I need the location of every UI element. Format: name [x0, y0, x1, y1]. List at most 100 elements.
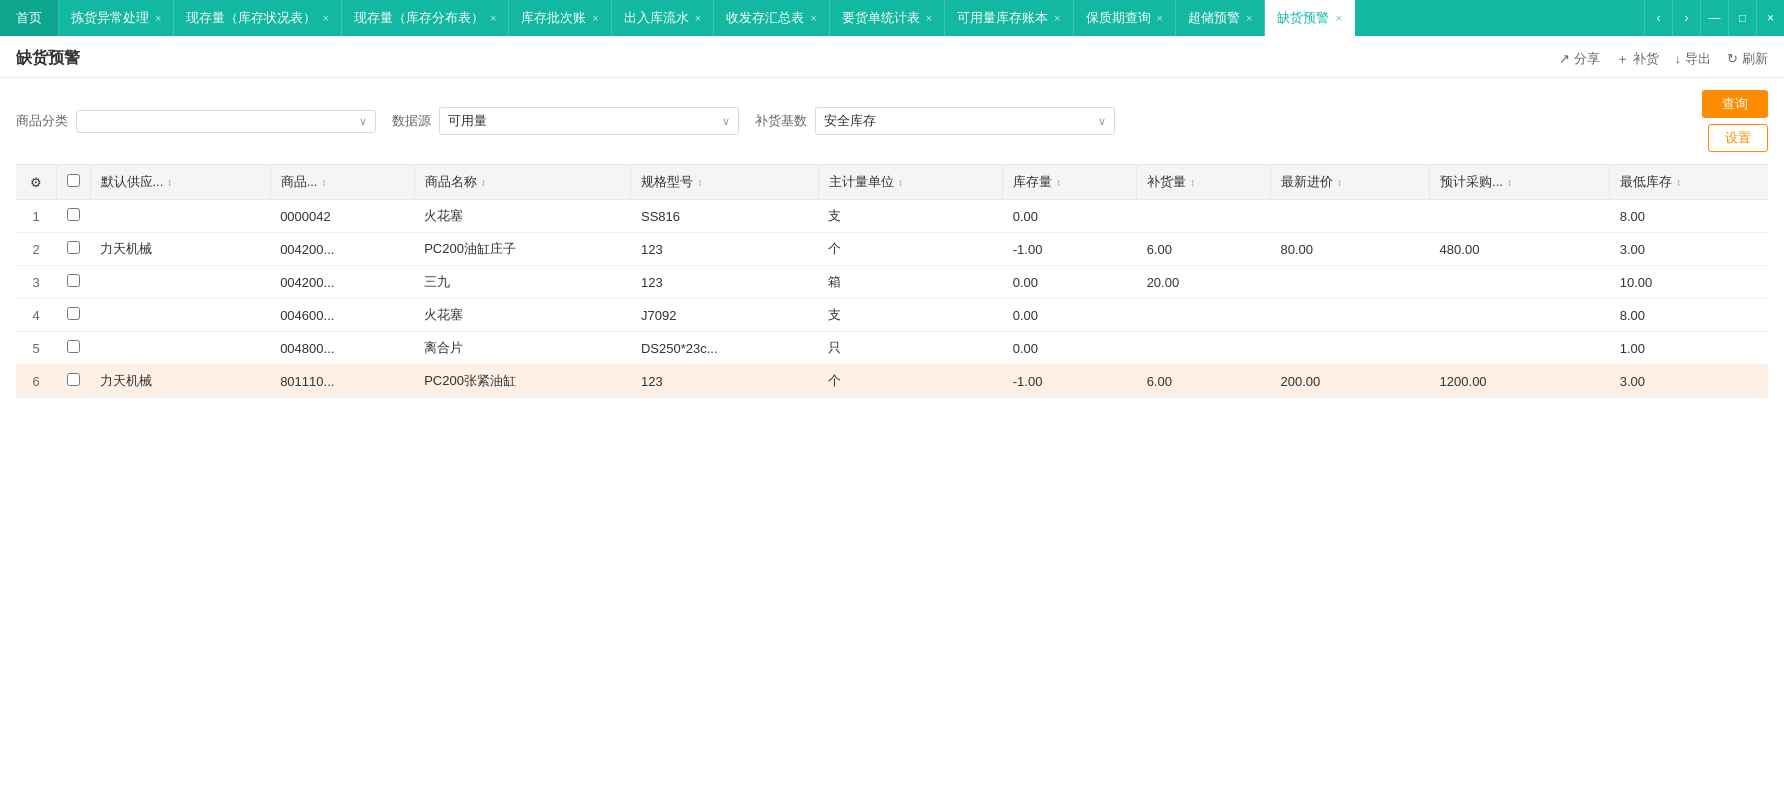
tab-inventory-dist[interactable]: 现存量（库存分布表）×: [342, 0, 509, 36]
tab-scroll-left[interactable]: ‹: [1644, 0, 1672, 36]
cell-latest_price: [1271, 200, 1430, 233]
datasource-filter-group: 数据源 可用量 ∨: [392, 107, 739, 135]
th-stock[interactable]: 库存量 ↕: [1003, 165, 1137, 200]
tab-available-ledger[interactable]: 可用量库存账本×: [945, 0, 1073, 36]
cell-stock: -1.00: [1003, 233, 1137, 266]
datasource-chevron-icon: ∨: [722, 115, 730, 128]
tab-close-demand-stats[interactable]: ×: [926, 12, 932, 24]
cell-supplier: [90, 266, 270, 299]
share-button[interactable]: ↗ 分享: [1559, 50, 1600, 68]
select-all-checkbox[interactable]: [67, 174, 80, 187]
tab-close-inventory-dist[interactable]: ×: [490, 12, 496, 24]
tab-close-batch-account[interactable]: ×: [592, 12, 598, 24]
row-number: 1: [16, 200, 56, 233]
tab-close-inventory-status[interactable]: ×: [322, 12, 328, 24]
cell-unit: 个: [818, 233, 1002, 266]
tab-overstock[interactable]: 超储预警×: [1176, 0, 1265, 36]
tab-defect-handling[interactable]: 拣货异常处理×: [59, 0, 174, 36]
cell-product_name: 三九: [414, 266, 631, 299]
row-checkbox-cell: [56, 266, 90, 299]
tab-demand-stats[interactable]: 要货单统计表×: [830, 0, 945, 36]
window-close[interactable]: ×: [1756, 0, 1784, 36]
tab-home[interactable]: 首页: [0, 0, 59, 36]
cell-stock: 0.00: [1003, 266, 1137, 299]
cell-stock: -1.00: [1003, 365, 1137, 398]
spec-sort-icon: ↕: [697, 177, 702, 188]
th-supplier[interactable]: 默认供应... ↕: [90, 165, 270, 200]
tab-close-overstock[interactable]: ×: [1246, 12, 1252, 24]
cell-stock: 0.00: [1003, 332, 1137, 365]
cell-restock: [1137, 332, 1271, 365]
refresh-button[interactable]: ↻ 刷新: [1727, 50, 1768, 68]
product-code-sort-icon: ↕: [321, 177, 326, 188]
window-minimize[interactable]: —: [1700, 0, 1728, 36]
cell-latest_price: [1271, 299, 1430, 332]
restock-base-value: 安全库存: [824, 112, 876, 130]
datasource-label: 数据源: [392, 112, 431, 130]
share-icon: ↗: [1559, 51, 1570, 66]
restock-base-select[interactable]: 安全库存 ∨: [815, 107, 1115, 135]
tab-close-receive-summary[interactable]: ×: [810, 12, 816, 24]
tab-bar: 首页拣货异常处理×现存量（库存状况表）×现存量（库存分布表）×库存批次账×出入库…: [0, 0, 1784, 36]
cell-product_code: 801110...: [270, 365, 414, 398]
tab-receive-summary[interactable]: 收发存汇总表×: [714, 0, 829, 36]
datasource-select[interactable]: 可用量 ∨: [439, 107, 739, 135]
row-checkbox[interactable]: [67, 307, 80, 320]
cell-spec: SS816: [631, 200, 818, 233]
tab-close-shortage[interactable]: ×: [1335, 12, 1341, 24]
cell-min_stock: 3.00: [1610, 365, 1768, 398]
tab-close-expiry-query[interactable]: ×: [1157, 12, 1163, 24]
row-checkbox[interactable]: [67, 373, 80, 386]
page-title: 缺货预警: [16, 48, 80, 69]
tab-batch-account[interactable]: 库存批次账×: [509, 0, 611, 36]
row-number: 2: [16, 233, 56, 266]
cell-est_purchase: 1200.00: [1430, 365, 1610, 398]
tab-inventory-status[interactable]: 现存量（库存状况表）×: [174, 0, 341, 36]
cell-spec: DS250*23c...: [631, 332, 818, 365]
th-unit[interactable]: 主计量单位 ↕: [818, 165, 1002, 200]
checkbox-column-header[interactable]: [56, 165, 90, 200]
category-select[interactable]: ∨: [76, 110, 376, 133]
row-checkbox[interactable]: [67, 340, 80, 353]
restock-button[interactable]: ＋ 补货: [1616, 50, 1659, 68]
row-checkbox[interactable]: [67, 241, 80, 254]
table-row: 2力天机械004200...PC200油缸庄子123个-1.006.0080.0…: [16, 233, 1768, 266]
tab-shortage[interactable]: 缺货预警×: [1265, 0, 1354, 36]
th-restock[interactable]: 补货量 ↕: [1137, 165, 1271, 200]
window-maximize[interactable]: □: [1728, 0, 1756, 36]
settings-button[interactable]: 设置: [1708, 124, 1768, 152]
tab-expiry-query[interactable]: 保质期查询×: [1074, 0, 1176, 36]
filter-row: 商品分类 ∨ 数据源 可用量 ∨ 补货基数 安全库存 ∨ 查询 设置: [0, 78, 1784, 164]
row-checkbox[interactable]: [67, 274, 80, 287]
gear-column-header[interactable]: ⚙: [16, 165, 56, 200]
export-button[interactable]: ↓ 导出: [1675, 50, 1712, 68]
export-icon: ↓: [1675, 51, 1682, 66]
filter-actions: 查询 设置: [1702, 90, 1768, 152]
cell-product_name: PC200油缸庄子: [414, 233, 631, 266]
cell-min_stock: 10.00: [1610, 266, 1768, 299]
tab-inout-flow[interactable]: 出入库流水×: [612, 0, 714, 36]
th-product-name[interactable]: 商品名称 ↕: [414, 165, 631, 200]
cell-spec: J7092: [631, 299, 818, 332]
th-est-purchase[interactable]: 预计采购... ↕: [1430, 165, 1610, 200]
cell-supplier: [90, 200, 270, 233]
th-latest-price[interactable]: 最新进价 ↕: [1271, 165, 1430, 200]
cell-product_name: 火花塞: [414, 299, 631, 332]
tab-scroll-right[interactable]: ›: [1672, 0, 1700, 36]
header-actions: ↗ 分享 ＋ 补货 ↓ 导出 ↻ 刷新: [1559, 50, 1769, 68]
tab-close-inout-flow[interactable]: ×: [695, 12, 701, 24]
cell-unit: 支: [818, 299, 1002, 332]
th-product-code[interactable]: 商品... ↕: [270, 165, 414, 200]
row-checkbox[interactable]: [67, 208, 80, 221]
tab-close-defect-handling[interactable]: ×: [155, 12, 161, 24]
tab-close-available-ledger[interactable]: ×: [1054, 12, 1060, 24]
cell-supplier: 力天机械: [90, 365, 270, 398]
query-button[interactable]: 查询: [1702, 90, 1768, 118]
row-number: 3: [16, 266, 56, 299]
th-min-stock[interactable]: 最低库存 ↕: [1610, 165, 1768, 200]
cell-latest_price: 200.00: [1271, 365, 1430, 398]
th-spec[interactable]: 规格型号 ↕: [631, 165, 818, 200]
cell-product_name: 离合片: [414, 332, 631, 365]
cell-restock: [1137, 299, 1271, 332]
cell-est_purchase: [1430, 332, 1610, 365]
